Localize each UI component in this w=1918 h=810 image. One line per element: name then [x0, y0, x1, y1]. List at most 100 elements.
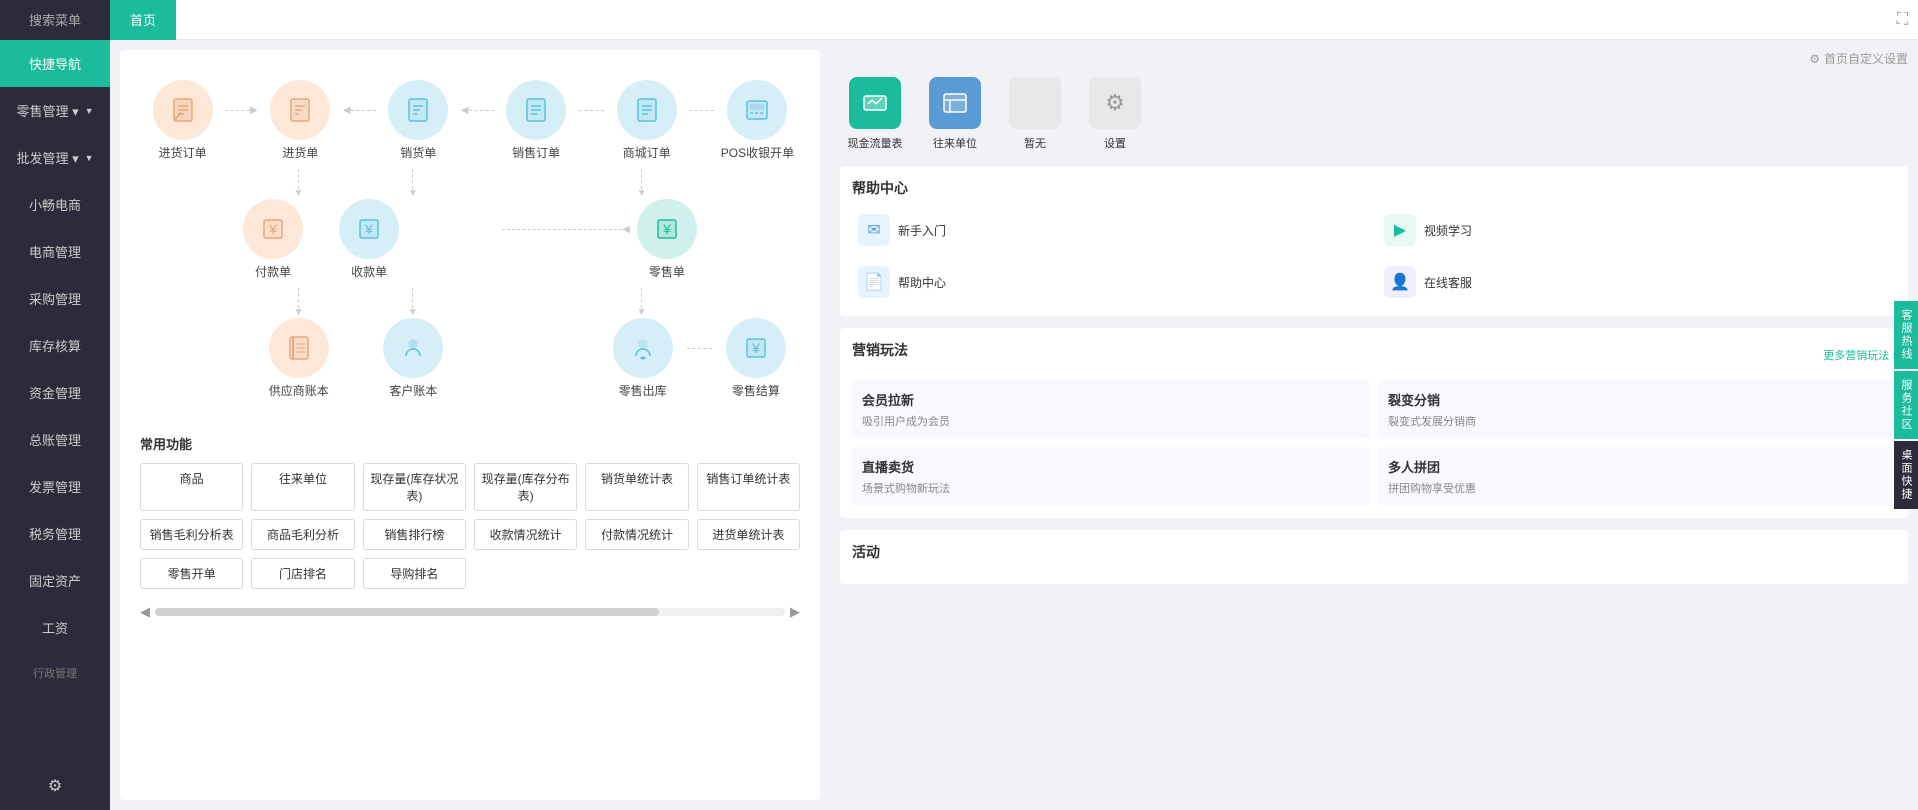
- func-btn-guide-rank[interactable]: 导购排名: [363, 558, 466, 589]
- horizontal-scrollbar[interactable]: ◀ ▶: [140, 604, 800, 620]
- live-desc: 场景式购物新玩法: [862, 480, 1360, 496]
- partners-label: 往来单位: [933, 135, 977, 151]
- sidebar-item-xc-ecom[interactable]: 小畅电商: [0, 181, 110, 228]
- func-btn-goods-profit[interactable]: 商品毛利分析: [251, 519, 354, 550]
- help-item-help[interactable]: 📄 帮助中心: [852, 260, 1370, 304]
- sidebar: 快捷导航 零售管理 ▾ 批发管理 ▾ 小畅电商 电商管理 采购管理 库存核算 资…: [0, 40, 110, 810]
- beginner-label: 新手入门: [898, 222, 946, 239]
- sidebar-item-fixed-assets[interactable]: 固定资产: [0, 557, 110, 604]
- live-title: 直播卖货: [862, 457, 1360, 476]
- func-btn-retail-order[interactable]: 零售开单: [140, 558, 243, 589]
- marketing-item-member[interactable]: 会员拉新 吸引用户成为会员: [852, 380, 1370, 439]
- payment-icon: ¥: [243, 199, 303, 259]
- search-menu[interactable]: 搜索菜单: [0, 0, 110, 40]
- customer-book-icon: [383, 318, 443, 378]
- sidebar-item-purchase[interactable]: 采购管理: [0, 275, 110, 322]
- node-retail-settle[interactable]: ¥ 零售结算: [712, 318, 800, 399]
- sidebar-item-quick-nav[interactable]: 快捷导航: [0, 40, 110, 87]
- func-btn-stock-status[interactable]: 现存量(库存状况表): [363, 463, 466, 511]
- search-menu-label: 搜索菜单: [29, 10, 81, 29]
- func-btn-store-rank[interactable]: 门店排名: [251, 558, 354, 589]
- fullscreen-button[interactable]: ⛶: [1897, 11, 1908, 29]
- node-customer-book[interactable]: 客户账本: [369, 318, 457, 399]
- sidebar-item-retail[interactable]: 零售管理 ▾: [0, 87, 110, 134]
- float-btn-community[interactable]: 服务社区: [1894, 371, 1918, 439]
- func-btn-sales-rank[interactable]: 销售排行榜: [363, 519, 466, 550]
- float-btn-desktop[interactable]: 桌面快捷: [1894, 441, 1918, 509]
- home-custom-setting[interactable]: ⚙ 首页自定义设置: [840, 50, 1908, 67]
- func-btn-purchase-stat[interactable]: 进货单统计表: [697, 519, 800, 550]
- func-btn-sales-profit[interactable]: 销售毛利分析表: [140, 519, 243, 550]
- marketing-item-live[interactable]: 直播卖货 场景式购物新玩法: [852, 447, 1370, 506]
- float-buttons: 客服热线 服务社区 桌面快捷: [1894, 301, 1918, 509]
- node-receipt-label: 收款单: [351, 263, 387, 280]
- node-purchase-bill[interactable]: 进货单: [258, 80, 343, 161]
- home-tab[interactable]: 首页: [110, 0, 176, 40]
- sidebar-item-ecom[interactable]: 电商管理: [0, 228, 110, 275]
- empty-icon-box: [1009, 77, 1061, 129]
- activity-title: 活动: [852, 542, 1896, 562]
- quick-icon-empty: 暂无: [1000, 77, 1070, 151]
- spacer-4-5: [579, 110, 605, 111]
- scroll-track: [155, 608, 785, 616]
- help-item-service[interactable]: 👤 在线客服: [1378, 260, 1896, 304]
- func-btn-sales-order-stat[interactable]: 销售订单统计表: [697, 463, 800, 511]
- help-icon: 📄: [858, 266, 890, 298]
- float-btn-service[interactable]: 客服热线: [1894, 301, 1918, 369]
- sidebar-item-salary[interactable]: 工资: [0, 604, 110, 651]
- content-area: 进货订单 ▶ 进货单: [110, 40, 1918, 810]
- help-center-title: 帮助中心: [852, 178, 1896, 198]
- cashflow-icon-box: [849, 77, 901, 129]
- node-sales-bill-label: 销货单: [400, 144, 436, 161]
- sidebar-item-wholesale[interactable]: 批发管理 ▾: [0, 134, 110, 181]
- func-btn-partners[interactable]: 往来单位: [251, 463, 354, 511]
- sidebar-item-ledger[interactable]: 总账管理: [0, 416, 110, 463]
- node-sales-bill[interactable]: 销货单: [376, 80, 461, 161]
- sidebar-item-inventory[interactable]: 库存核算: [0, 322, 110, 369]
- marketing-item-group[interactable]: 多人拼团 拼团购物享受优惠: [1378, 447, 1896, 506]
- func-btn-goods[interactable]: 商品: [140, 463, 243, 511]
- node-retail-out[interactable]: 零售出库: [599, 318, 687, 399]
- arrow-3-2: ◀: [343, 105, 376, 116]
- arrow-pos-retail: ◀: [502, 224, 630, 235]
- node-payment[interactable]: ¥ 付款单: [236, 199, 310, 280]
- node-supplier-book[interactable]: 供应商账本: [255, 318, 343, 399]
- quick-icon-settings[interactable]: ⚙ 设置: [1080, 77, 1150, 151]
- sidebar-item-finance[interactable]: 资金管理: [0, 369, 110, 416]
- home-custom-label: 首页自定义设置: [1824, 50, 1908, 67]
- scroll-right-arrow[interactable]: ▶: [790, 604, 800, 620]
- sidebar-item-invoice[interactable]: 发票管理: [0, 463, 110, 510]
- node-purchase-order[interactable]: 进货订单: [140, 80, 225, 161]
- node-receipt[interactable]: ¥ 收款单: [332, 199, 406, 280]
- member-desc: 吸引用户成为会员: [862, 413, 1360, 429]
- func-btn-sales-stat[interactable]: 销货单统计表: [585, 463, 688, 511]
- node-customer-book-label: 客户账本: [389, 382, 437, 399]
- beginner-icon: ✉: [858, 214, 890, 246]
- retail-out-icon: [613, 318, 673, 378]
- func-row-2: 销售毛利分析表 商品毛利分析 销售排行榜 收款情况统计 付款情况统计 进货单统计…: [140, 519, 800, 550]
- func-row-1: 商品 往来单位 现存量(库存状况表) 现存量(库存分布表) 销货单统计表 销售订…: [140, 463, 800, 511]
- scroll-left-arrow[interactable]: ◀: [140, 604, 150, 620]
- node-pos[interactable]: POS收银开单: [715, 80, 800, 161]
- help-item-beginner[interactable]: ✉ 新手入门: [852, 208, 1370, 252]
- node-pos-label: POS收银开单: [721, 144, 794, 161]
- more-marketing-link[interactable]: 更多营销玩法 ›: [1823, 347, 1896, 363]
- node-sales-order[interactable]: 销售订单: [494, 80, 579, 161]
- common-func-title: 常用功能: [140, 434, 800, 453]
- quick-icon-cashflow[interactable]: 现金流量表: [840, 77, 910, 151]
- arrow-1-2: ▶: [225, 105, 258, 116]
- func-btn-stock-dist[interactable]: 现存量(库存分布表): [474, 463, 577, 511]
- marketing-item-fission[interactable]: 裂变分销 裂变式发展分销商: [1378, 380, 1896, 439]
- quick-icon-partners[interactable]: 往来单位: [920, 77, 990, 151]
- node-payment-label: 付款单: [255, 263, 291, 280]
- sidebar-item-tax[interactable]: 税务管理: [0, 510, 110, 557]
- func-btn-payment-stat[interactable]: 付款情况统计: [585, 519, 688, 550]
- func-btn-receipt-stat[interactable]: 收款情况统计: [474, 519, 577, 550]
- node-shop-order[interactable]: 商城订单: [604, 80, 689, 161]
- node-retail-bill[interactable]: ¥ 零售单: [630, 199, 704, 280]
- sidebar-gear-button[interactable]: ⚙: [0, 762, 110, 810]
- node-supplier-book-label: 供应商账本: [269, 382, 329, 399]
- sidebar-item-more[interactable]: 行政管理: [0, 651, 110, 695]
- help-item-video[interactable]: ▶ 视频学习: [1378, 208, 1896, 252]
- node-purchase-order-label: 进货订单: [159, 144, 207, 161]
